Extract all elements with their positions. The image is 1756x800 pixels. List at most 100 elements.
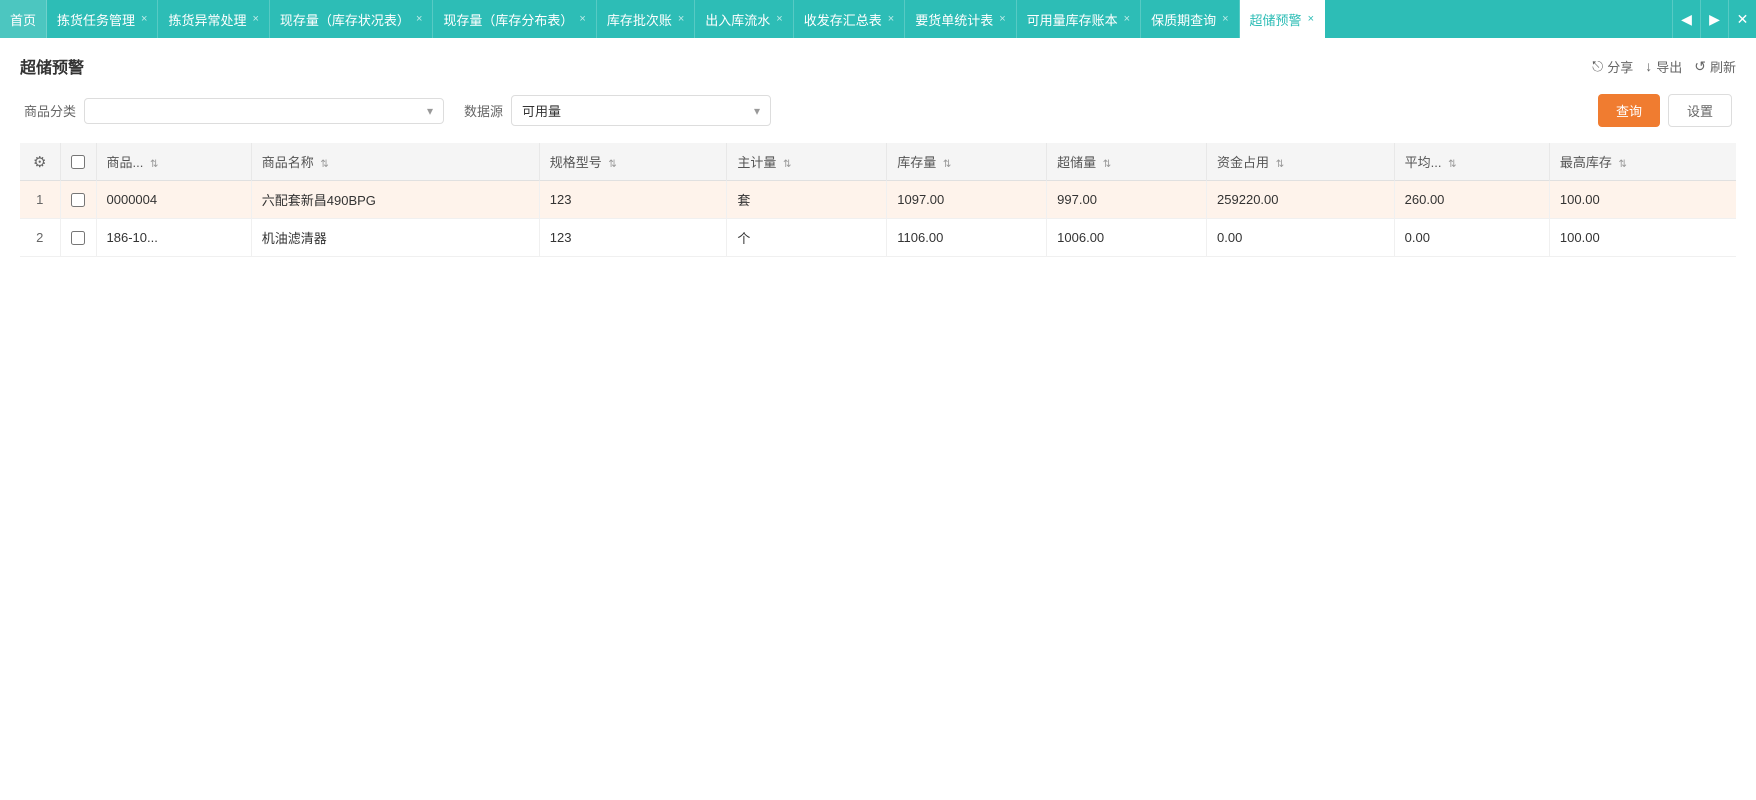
export-button[interactable]: ↓ 导出 bbox=[1645, 57, 1682, 76]
row-2-checkbox[interactable] bbox=[60, 219, 96, 257]
nav-inventory-status-close[interactable]: × bbox=[416, 13, 422, 25]
row-2-spec: 123 bbox=[539, 219, 727, 257]
row-1-avg: 260.00 bbox=[1394, 181, 1549, 219]
sort-icon-product-code: ⇅ bbox=[150, 159, 158, 170]
datasource-select[interactable]: 可用量 ▾ bbox=[511, 95, 771, 126]
gear-icon[interactable]: ⚙ bbox=[33, 154, 46, 171]
nav-avail-account-close[interactable]: × bbox=[1124, 13, 1130, 25]
category-select[interactable]: ▾ bbox=[84, 98, 444, 124]
row-2-index: 2 bbox=[20, 219, 60, 257]
col-header-max-stock[interactable]: 最高库存 ⇅ bbox=[1549, 143, 1736, 181]
col-product-code-label: 商品... bbox=[107, 155, 144, 170]
refresh-button[interactable]: ↺ 刷新 bbox=[1694, 57, 1736, 76]
row-1-spec: 123 bbox=[539, 181, 727, 219]
nav-inventory-status[interactable]: 现存量（库存状况表） × bbox=[270, 0, 433, 38]
settings-button[interactable]: 设置 bbox=[1668, 94, 1732, 127]
nav-inventory-status-label: 现存量（库存状况表） bbox=[280, 10, 410, 29]
sort-icon-product-name: ⇅ bbox=[320, 159, 328, 170]
sort-icon-inventory: ⇅ bbox=[943, 159, 951, 170]
nav-exception-label: 拣货异常处理 bbox=[168, 10, 246, 29]
col-header-avg[interactable]: 平均... ⇅ bbox=[1394, 143, 1549, 181]
row-1-select-checkbox[interactable] bbox=[71, 193, 85, 207]
export-label: 导出 bbox=[1656, 57, 1682, 76]
table-header: ⚙ 商品... ⇅ 商品名称 ⇅ 规格型号 ⇅ bbox=[20, 143, 1736, 181]
nav-exception[interactable]: 拣货异常处理 × bbox=[158, 0, 269, 38]
col-avg-label: 平均... bbox=[1405, 155, 1442, 170]
row-2-product-name: 机油滤清器 bbox=[251, 219, 539, 257]
nav-home-label: 首页 bbox=[10, 10, 36, 29]
nav-collect-summary[interactable]: 收发存汇总表 × bbox=[794, 0, 905, 38]
col-capital-label: 资金占用 bbox=[1217, 155, 1269, 170]
share-button[interactable]: ⎋ 分享 bbox=[1592, 57, 1633, 76]
row-2-unit: 个 bbox=[727, 219, 887, 257]
filter-buttons: 查询 设置 bbox=[1598, 94, 1732, 127]
nav-task-mgmt-close[interactable]: × bbox=[141, 13, 147, 25]
nav-overstock-warning-close[interactable]: × bbox=[1308, 13, 1314, 25]
row-1-max-stock: 100.00 bbox=[1549, 181, 1736, 219]
nav-task-mgmt[interactable]: 拣货任务管理 × bbox=[47, 0, 158, 38]
nav-inventory-dist-close[interactable]: × bbox=[579, 13, 585, 25]
nav-quality-check-label: 保质期查询 bbox=[1151, 10, 1216, 29]
row-2-avg: 0.00 bbox=[1394, 219, 1549, 257]
table-row: 2 186-10... 机油滤清器 123 个 1106.00 1006.00 … bbox=[20, 219, 1736, 257]
nav-order-stats-label: 要货单统计表 bbox=[915, 10, 993, 29]
nav-inventory-batch[interactable]: 库存批次账 × bbox=[597, 0, 695, 38]
sort-icon-spec: ⇅ bbox=[608, 159, 616, 170]
nav-in-out-flow-close[interactable]: × bbox=[776, 13, 782, 25]
col-product-name-label: 商品名称 bbox=[262, 155, 314, 170]
row-2-max-stock: 100.00 bbox=[1549, 219, 1736, 257]
share-icon: ⎋ bbox=[1592, 58, 1603, 75]
table-body: 1 0000004 六配套新昌490BPG 123 套 1097.00 997.… bbox=[20, 181, 1736, 257]
page-header: 超储预警 ⎋ 分享 ↓ 导出 ↺ 刷新 bbox=[20, 54, 1736, 78]
nav-overstock-warning-label: 超储预警 bbox=[1250, 10, 1302, 29]
col-header-settings[interactable]: ⚙ bbox=[20, 143, 60, 181]
nav-order-stats[interactable]: 要货单统计表 × bbox=[905, 0, 1016, 38]
col-spec-label: 规格型号 bbox=[550, 155, 602, 170]
col-header-product-code[interactable]: 商品... ⇅ bbox=[96, 143, 251, 181]
category-filter: 商品分类 ▾ bbox=[24, 98, 444, 124]
refresh-label: 刷新 bbox=[1710, 57, 1736, 76]
nav-exception-close[interactable]: × bbox=[252, 13, 258, 25]
nav-in-out-flow[interactable]: 出入库流水 × bbox=[695, 0, 793, 38]
row-2-select-checkbox[interactable] bbox=[71, 231, 85, 245]
datasource-filter-label: 数据源 bbox=[464, 101, 503, 120]
col-header-checkbox[interactable] bbox=[60, 143, 96, 181]
row-2-inventory: 1106.00 bbox=[887, 219, 1047, 257]
sort-icon-unit: ⇅ bbox=[783, 159, 791, 170]
row-2-capital: 0.00 bbox=[1207, 219, 1395, 257]
filter-bar: 商品分类 ▾ 数据源 可用量 ▾ 查询 设置 bbox=[20, 94, 1736, 127]
col-header-inventory[interactable]: 库存量 ⇅ bbox=[887, 143, 1047, 181]
nav-quality-check[interactable]: 保质期查询 × bbox=[1141, 0, 1239, 38]
col-unit-label: 主计量 bbox=[737, 155, 776, 170]
nav-arrow-close[interactable]: ✕ bbox=[1728, 0, 1756, 38]
col-header-overstock[interactable]: 超储量 ⇅ bbox=[1047, 143, 1207, 181]
datasource-select-value: 可用量 bbox=[522, 101, 561, 120]
select-all-checkbox[interactable] bbox=[71, 155, 85, 169]
nav-arrow-right[interactable]: ▶ bbox=[1700, 0, 1728, 38]
nav-order-stats-close[interactable]: × bbox=[999, 13, 1005, 25]
nav-avail-account[interactable]: 可用量库存账本 × bbox=[1017, 0, 1141, 38]
col-header-capital[interactable]: 资金占用 ⇅ bbox=[1207, 143, 1395, 181]
refresh-icon: ↺ bbox=[1694, 58, 1706, 75]
col-header-spec[interactable]: 规格型号 ⇅ bbox=[539, 143, 727, 181]
row-2-overstock: 1006.00 bbox=[1047, 219, 1207, 257]
nav-collect-summary-close[interactable]: × bbox=[888, 13, 894, 25]
row-1-checkbox[interactable] bbox=[60, 181, 96, 219]
export-icon: ↓ bbox=[1645, 58, 1652, 74]
nav-arrows: ◀ ▶ ✕ bbox=[1672, 0, 1756, 38]
nav-home[interactable]: 首页 bbox=[0, 0, 47, 38]
nav-arrow-left[interactable]: ◀ bbox=[1672, 0, 1700, 38]
col-header-product-name[interactable]: 商品名称 ⇅ bbox=[251, 143, 539, 181]
page-title: 超储预警 bbox=[20, 54, 84, 78]
category-filter-label: 商品分类 bbox=[24, 101, 76, 120]
col-overstock-label: 超储量 bbox=[1057, 155, 1096, 170]
col-header-unit[interactable]: 主计量 ⇅ bbox=[727, 143, 887, 181]
nav-overstock-warning[interactable]: 超储预警 × bbox=[1240, 0, 1325, 38]
nav-inventory-batch-label: 库存批次账 bbox=[607, 10, 672, 29]
nav-inventory-batch-close[interactable]: × bbox=[678, 13, 684, 25]
main-content: 超储预警 ⎋ 分享 ↓ 导出 ↺ 刷新 商品分类 ▾ 数据源 bbox=[0, 38, 1756, 800]
nav-in-out-flow-label: 出入库流水 bbox=[705, 10, 770, 29]
nav-inventory-dist[interactable]: 现存量（库存分布表） × bbox=[433, 0, 596, 38]
query-button[interactable]: 查询 bbox=[1598, 94, 1660, 127]
nav-quality-check-close[interactable]: × bbox=[1222, 13, 1228, 25]
